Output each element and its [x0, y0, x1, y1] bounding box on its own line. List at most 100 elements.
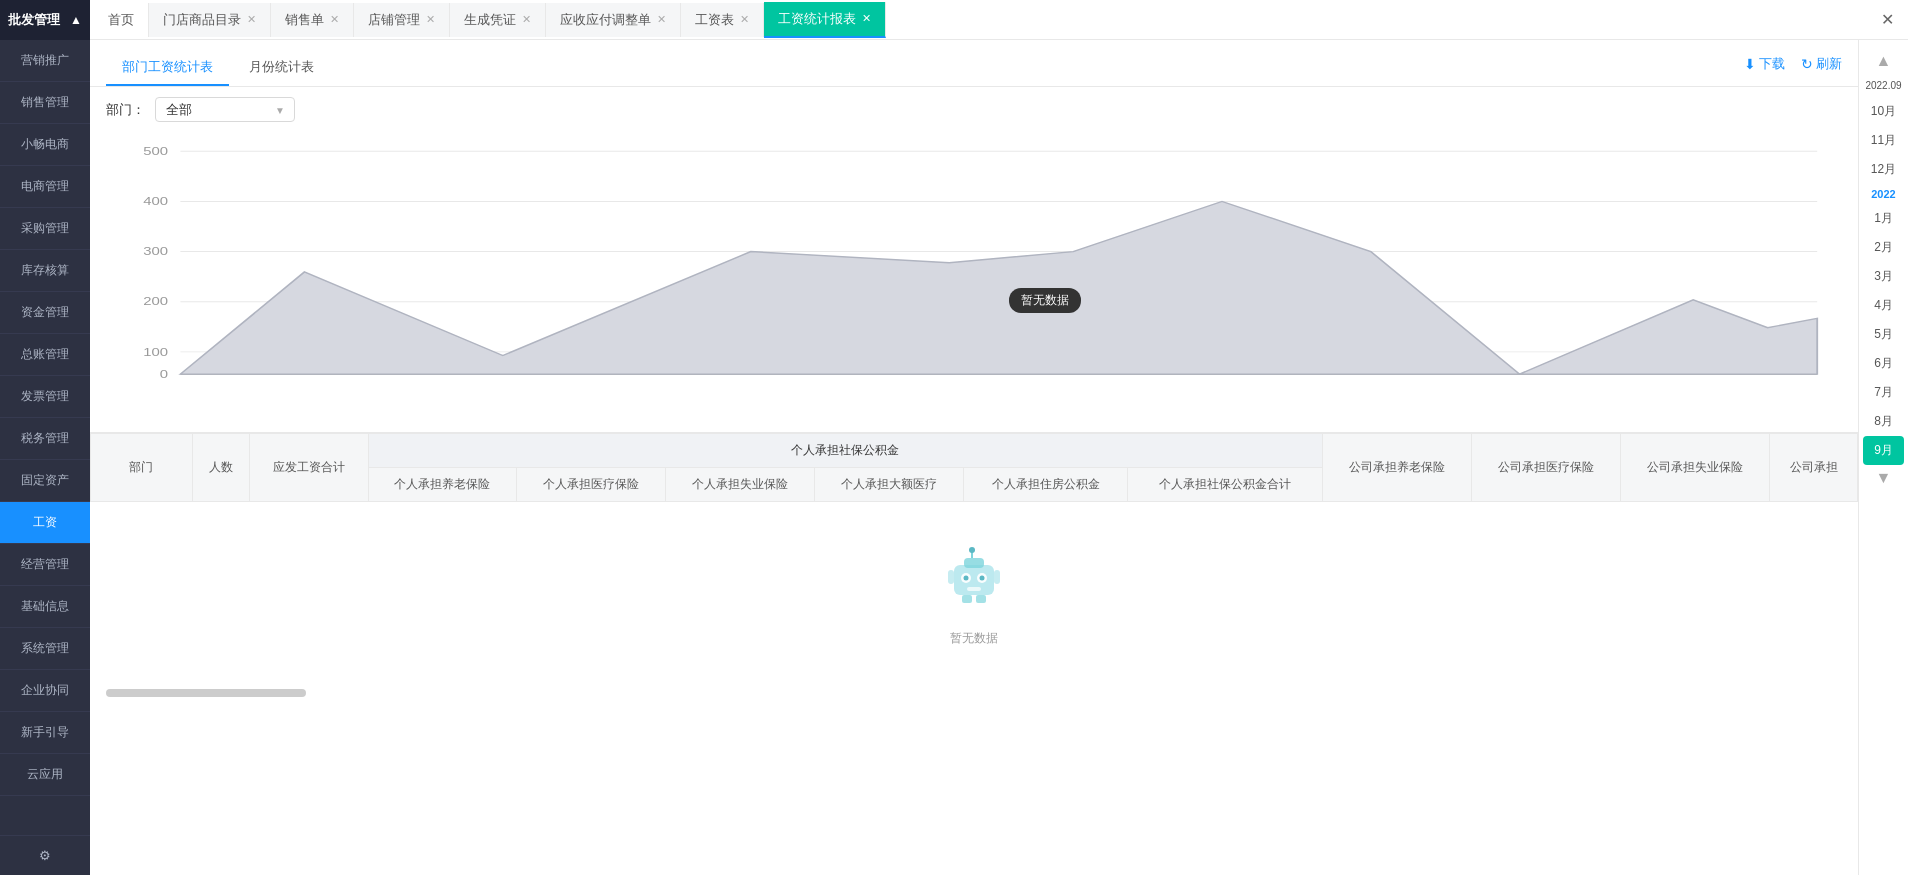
sidebar-item-finance[interactable]: 资金管理 [0, 292, 90, 334]
empty-text: 暂无数据 [950, 630, 998, 647]
svg-rect-19 [967, 587, 981, 591]
horizontal-scrollbar[interactable] [106, 689, 306, 697]
download-icon: ⬇ [1744, 56, 1756, 72]
date-jan[interactable]: 1月 [1859, 204, 1908, 233]
tab-close-store-catalog[interactable]: ✕ [247, 13, 256, 26]
date-2022-09[interactable]: 2022.09 [1859, 74, 1908, 97]
tab-sales[interactable]: 销售单 ✕ [271, 3, 354, 37]
tab-ar-ap[interactable]: 应收应付调整单 ✕ [546, 3, 681, 37]
sidebar-item-marketing[interactable]: 营销推广 [0, 40, 90, 82]
sidebar-item-ledger[interactable]: 总账管理 [0, 334, 90, 376]
sub-tab-dept[interactable]: 部门工资统计表 [106, 50, 229, 86]
tab-close-sales[interactable]: ✕ [330, 13, 339, 26]
tab-store-manage[interactable]: 店铺管理 ✕ [354, 3, 450, 37]
date-sep-active[interactable]: 9月 [1863, 436, 1904, 465]
tab-bar: 首页 门店商品目录 ✕ 销售单 ✕ 店铺管理 ✕ 生成凭证 ✕ 应收应付调整单 … [90, 0, 1908, 40]
th-personal-housing: 个人承担住房公积金 [964, 468, 1128, 502]
filter-toolbar: 部门： 全部 [90, 87, 1858, 132]
refresh-icon: ↻ [1801, 56, 1813, 72]
svg-marker-12 [180, 201, 1817, 374]
th-company-pension: 公司承担养老保险 [1323, 434, 1472, 502]
svg-text:100: 100 [143, 345, 168, 358]
date-may[interactable]: 5月 [1859, 320, 1908, 349]
main-area: 首页 门店商品目录 ✕ 销售单 ✕ 店铺管理 ✕ 生成凭证 ✕ 应收应付调整单 … [90, 0, 1908, 875]
page-content: 部门工资统计表 月份统计表 ⬇ 下载 ↻ 刷新 [90, 40, 1858, 875]
scrollbar-area[interactable] [90, 685, 1858, 701]
th-personal-insurance-group: 个人承担社保公积金 [368, 434, 1323, 468]
sidebar-item-system[interactable]: 系统管理 [0, 628, 90, 670]
sidebar-toggle-icon[interactable]: ▲ [70, 13, 82, 27]
empty-state: 暂无数据 [101, 510, 1848, 677]
chart-tooltip: 暂无数据 [1009, 288, 1081, 313]
svg-rect-21 [994, 570, 1000, 584]
filter-left: 部门： 全部 [106, 97, 295, 122]
empty-row: 暂无数据 [91, 502, 1858, 686]
date-dec[interactable]: 12月 [1859, 155, 1908, 184]
sidebar-item-inventory[interactable]: 库存核算 [0, 250, 90, 292]
sidebar-item-tax[interactable]: 税务管理 [0, 418, 90, 460]
sidebar-item-cloud[interactable]: 云应用 [0, 754, 90, 796]
th-dept: 部门 [91, 434, 193, 502]
th-company-other: 公司承担 [1770, 434, 1858, 502]
sidebar-item-enterprise[interactable]: 企业协同 [0, 670, 90, 712]
refresh-button[interactable]: ↻ 刷新 [1801, 55, 1842, 73]
download-button[interactable]: ⬇ 下载 [1744, 55, 1785, 73]
sidebar-item-operations[interactable]: 经营管理 [0, 544, 90, 586]
svg-text:0: 0 [160, 368, 168, 381]
tab-home[interactable]: 首页 [94, 3, 149, 37]
date-sidebar: ▲ 2022.09 10月 11月 12月 2022 1月 2月 [1858, 40, 1908, 875]
tab-generate-voucher[interactable]: 生成凭证 ✕ [450, 3, 546, 37]
th-personal-extra-medical: 个人承担大额医疗 [815, 468, 964, 502]
tab-close-generate-voucher[interactable]: ✕ [522, 13, 531, 26]
sidebar-item-ecommerce[interactable]: 电商管理 [0, 166, 90, 208]
date-nav-up[interactable]: ▲ [1872, 48, 1896, 74]
date-jun[interactable]: 6月 [1859, 349, 1908, 378]
sidebar-header: 批发管理 ▲ [0, 0, 90, 40]
tab-close-payroll[interactable]: ✕ [740, 13, 749, 26]
content-area: 部门工资统计表 月份统计表 ⬇ 下载 ↻ 刷新 [90, 40, 1908, 875]
sub-tab-month[interactable]: 月份统计表 [233, 50, 330, 86]
date-jul[interactable]: 7月 [1859, 378, 1908, 407]
tab-close-payroll-report[interactable]: ✕ [862, 12, 871, 25]
date-feb[interactable]: 2月 [1859, 233, 1908, 262]
sidebar-item-guide[interactable]: 新手引导 [0, 712, 90, 754]
date-nov[interactable]: 11月 [1859, 126, 1908, 155]
sidebar-item-assets[interactable]: 固定资产 [0, 460, 90, 502]
sidebar-item-payroll[interactable]: 工资 [0, 502, 90, 544]
dept-select-wrapper: 全部 [155, 97, 295, 122]
date-aug[interactable]: 8月 [1859, 407, 1908, 436]
th-company-medical: 公司承担医疗保险 [1472, 434, 1621, 502]
sidebar-settings[interactable]: ⚙ [0, 835, 90, 875]
dept-label: 部门： [106, 101, 145, 119]
svg-point-25 [969, 547, 975, 553]
tab-close-ar-ap[interactable]: ✕ [657, 13, 666, 26]
th-count: 人数 [192, 434, 249, 502]
th-personal-pension: 个人承担养老保险 [368, 468, 517, 502]
sub-tabs: 部门工资统计表 月份统计表 ⬇ 下载 ↻ 刷新 [90, 40, 1858, 87]
date-apr[interactable]: 4月 [1859, 291, 1908, 320]
svg-text:300: 300 [143, 245, 168, 258]
sidebar-item-basic[interactable]: 基础信息 [0, 586, 90, 628]
date-nav-down[interactable]: ▼ [1872, 465, 1896, 491]
svg-text:400: 400 [143, 195, 168, 208]
tab-payroll-report[interactable]: 工资统计报表 ✕ [764, 2, 886, 38]
date-mar[interactable]: 3月 [1859, 262, 1908, 291]
sidebar: 批发管理 ▲ 营销推广 销售管理 小畅电商 电商管理 采购管理 库存核算 资金管… [0, 0, 90, 875]
payroll-table: 部门 人数 应发工资合计 个人承担社保公积金 [90, 433, 1858, 685]
date-oct[interactable]: 10月 [1859, 97, 1908, 126]
tab-payroll[interactable]: 工资表 ✕ [681, 3, 764, 37]
sidebar-item-sales[interactable]: 销售管理 [0, 82, 90, 124]
sidebar-item-ecommerce-small[interactable]: 小畅电商 [0, 124, 90, 166]
th-total-wage: 应发工资合计 [250, 434, 368, 502]
chart-svg: 500 400 300 200 100 0 [106, 142, 1842, 402]
th-personal-medical: 个人承担医疗保险 [517, 468, 666, 502]
sidebar-item-invoice[interactable]: 发票管理 [0, 376, 90, 418]
th-personal-total: 个人承担社保公积金合计 [1128, 468, 1323, 502]
tab-close-store-manage[interactable]: ✕ [426, 13, 435, 26]
sidebar-item-purchase[interactable]: 采购管理 [0, 208, 90, 250]
svg-rect-22 [962, 595, 972, 603]
tab-store-catalog[interactable]: 门店商品目录 ✕ [149, 3, 271, 37]
close-all-tabs[interactable]: ✕ [1871, 6, 1904, 33]
dept-select[interactable]: 全部 [155, 97, 295, 122]
svg-rect-20 [948, 570, 954, 584]
